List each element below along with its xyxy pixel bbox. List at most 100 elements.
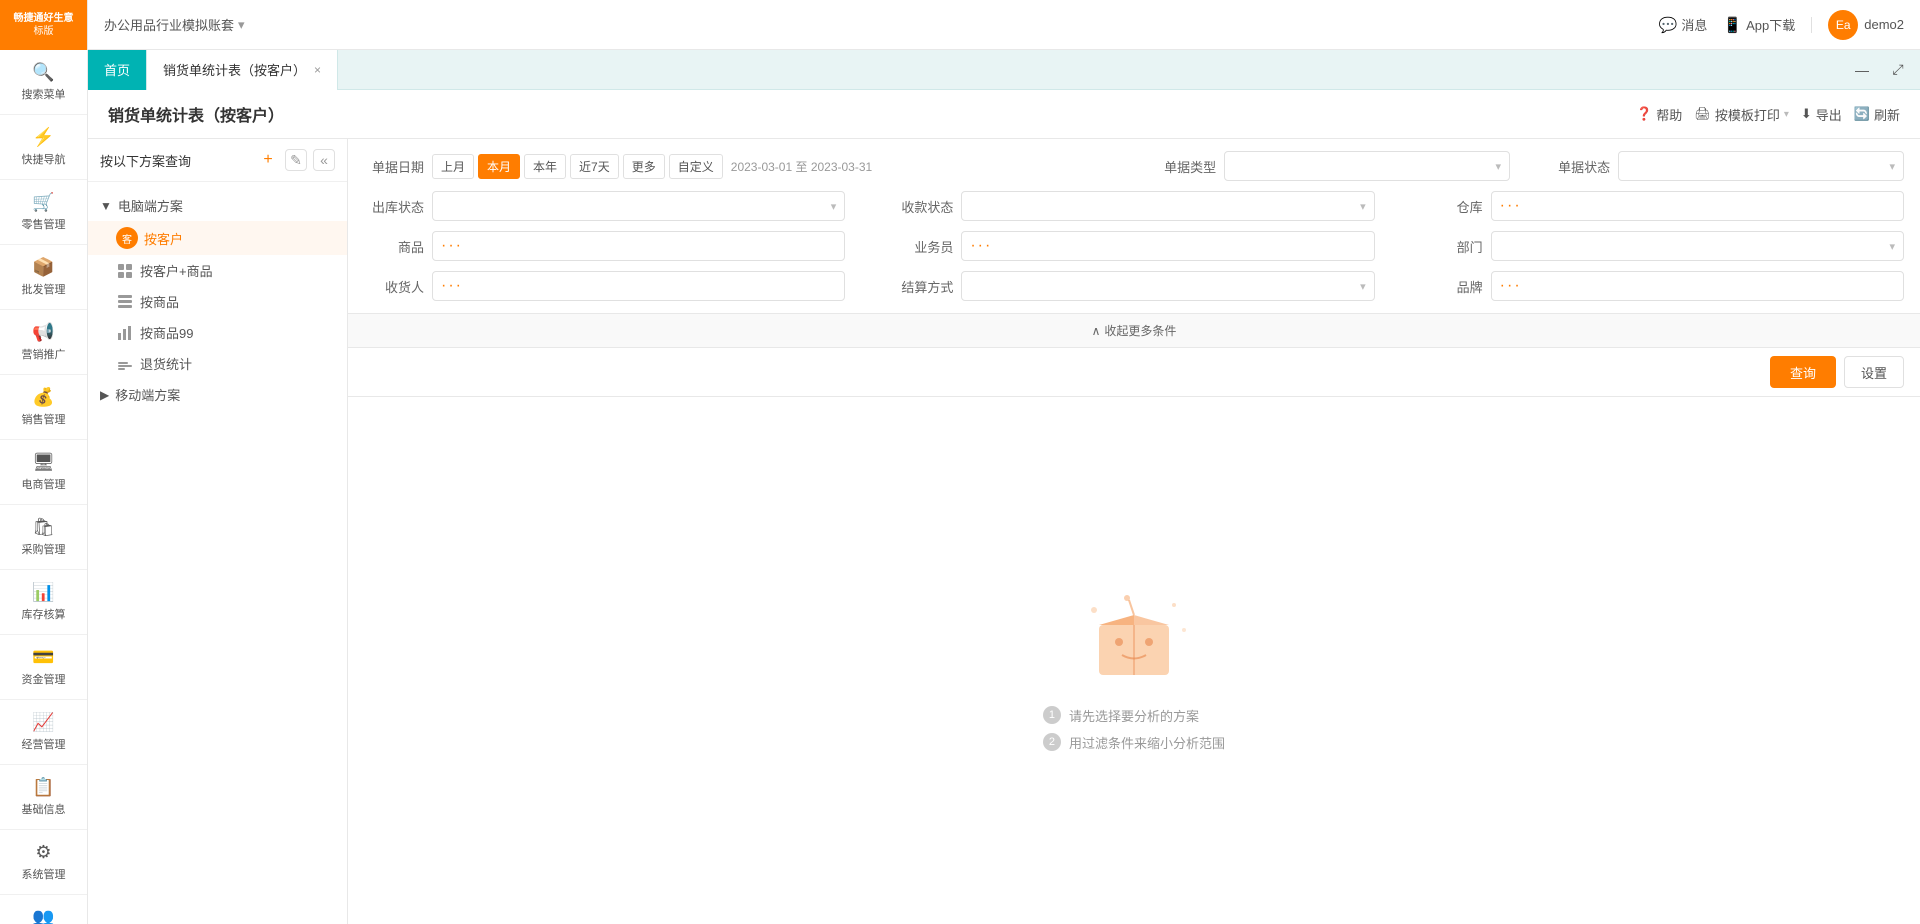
collapse-bar[interactable]: ∧ 收起更多条件	[348, 314, 1920, 348]
tab-current[interactable]: 销货单统计表（按客户） ×	[147, 50, 338, 90]
export-icon: ⬇	[1801, 106, 1812, 122]
print-arrow: ▾	[1784, 109, 1789, 120]
sidebar-item-basic[interactable]: 📋 基础信息	[0, 765, 87, 830]
dept-select[interactable]: ▾	[1491, 231, 1904, 261]
salesperson-select[interactable]: ···	[961, 231, 1374, 261]
header-left: 办公用品行业模拟账套 ▾	[104, 15, 245, 34]
sidebar-item-search[interactable]: 🔍 搜索菜单	[0, 50, 87, 115]
date-more-btn[interactable]: 更多	[623, 154, 665, 179]
goods-dots: ···	[441, 237, 463, 255]
salesperson-label: 业务员	[893, 237, 953, 256]
sidebar-item-quicknav[interactable]: ⚡ 快捷导航	[0, 115, 87, 180]
brand-select[interactable]: ···	[1491, 271, 1904, 301]
industry-selector[interactable]: 办公用品行业模拟账套 ▾	[104, 15, 245, 34]
sidebar-item-collab[interactable]: 👥 企业协同	[0, 895, 87, 924]
content-area: 销货单统计表（按客户） ❓ 帮助 🖨 按模板打印 ▾ ⬇ 导出 🔄 刷新	[88, 90, 1920, 924]
scheme-collapse-btn[interactable]: «	[313, 149, 335, 171]
tab-home[interactable]: 首页	[88, 50, 147, 90]
sidebar-item-purchase[interactable]: 🛍 采购管理	[0, 505, 87, 570]
receiver-select[interactable]: ···	[432, 271, 845, 301]
logo-text: 畅捷通好生意 标版	[14, 12, 74, 38]
scheme-add-btn[interactable]: +	[257, 149, 279, 171]
sidebar-icon-finance: 💳	[32, 647, 54, 668]
tip-1-num: 1	[1043, 706, 1061, 724]
sidebar-label-search: 搜索菜单	[22, 86, 66, 102]
scheme-edit-btn[interactable]: ✎	[285, 149, 307, 171]
sidebar-icon-retail: 🛒	[32, 192, 54, 213]
out-status-label: 出库状态	[364, 197, 424, 216]
sidebar-icon-sales: 💰	[32, 387, 54, 408]
date-this-month-btn[interactable]: 本月	[478, 154, 520, 179]
pay-status-label: 收款状态	[893, 197, 953, 216]
sidebar-icon-purchase: 🛍	[32, 517, 55, 538]
empty-state: 1 请先选择要分析的方案 2 用过滤条件来缩小分析范围	[348, 397, 1920, 924]
out-status-select[interactable]: ▾	[432, 191, 845, 221]
sidebar-label-wholesale: 批发管理	[22, 281, 66, 297]
goods-select[interactable]: ···	[432, 231, 845, 261]
order-type-select[interactable]: ▾	[1224, 151, 1510, 181]
help-btn[interactable]: ❓ 帮助	[1636, 105, 1682, 124]
sidebar-icon-system: ⚙	[35, 842, 51, 863]
date-7days-btn[interactable]: 近7天	[570, 154, 619, 179]
scheme-item-customer-goods[interactable]: 按客户+商品	[88, 255, 347, 286]
date-last-month-btn[interactable]: 上月	[432, 154, 474, 179]
order-type-label: 单据类型	[1156, 157, 1216, 176]
print-btn[interactable]: 🖨 按模板打印 ▾	[1694, 105, 1789, 124]
user-menu-btn[interactable]: Ea demo2	[1828, 10, 1904, 40]
scheme-item-by-goods99[interactable]: 按商品99	[88, 317, 347, 348]
sidebar-icon-search: 🔍	[32, 62, 54, 83]
tab-minimize-btn[interactable]: —	[1848, 56, 1876, 84]
sidebar-label-ecommerce: 电商管理	[22, 476, 66, 492]
expand-icon: ▼	[100, 199, 112, 213]
pay-status-select[interactable]: ▾	[961, 191, 1374, 221]
tab-bar: 首页 销货单统计表（按客户） × — ⤢	[88, 50, 1920, 90]
chart-icon	[116, 324, 134, 342]
tip-2-text: 用过滤条件来缩小分析范围	[1069, 733, 1225, 752]
sidebar-item-inventory[interactable]: 📊 库存核算	[0, 570, 87, 635]
warehouse-label: 仓库	[1423, 197, 1483, 216]
sidebar-item-retail[interactable]: 🛒 零售管理	[0, 180, 87, 245]
brand-label: 品牌	[1423, 277, 1483, 296]
payment-arrow: ▾	[1360, 280, 1366, 293]
sidebar-item-operation[interactable]: 📈 经营管理	[0, 700, 87, 765]
date-label: 单据日期	[364, 157, 424, 176]
sidebar-item-system[interactable]: ⚙ 系统管理	[0, 830, 87, 895]
bar-icon	[116, 355, 134, 373]
scheme-header-title: 按以下方案查询	[100, 151, 191, 170]
date-custom-btn[interactable]: 自定义	[669, 154, 723, 179]
order-status-arrow: ▾	[1889, 160, 1895, 173]
date-this-year-btn[interactable]: 本年	[524, 154, 566, 179]
settings-button[interactable]: 设置	[1844, 356, 1904, 388]
scheme-mobile-header[interactable]: ▶ 移动端方案	[88, 379, 347, 410]
scheme-item-return-stats[interactable]: 退货统计	[88, 348, 347, 379]
scheme-item-by-goods[interactable]: 按商品	[88, 286, 347, 317]
sidebar-icon-inventory: 📊	[32, 582, 54, 603]
order-status-select[interactable]: ▾	[1618, 151, 1904, 181]
payment-select[interactable]: ▾	[961, 271, 1374, 301]
tab-close-btn[interactable]: ×	[314, 63, 321, 77]
app-download-btn[interactable]: 📱 App下载	[1723, 15, 1795, 34]
refresh-btn[interactable]: 🔄 刷新	[1854, 105, 1900, 124]
export-btn[interactable]: ⬇ 导出	[1801, 105, 1842, 124]
scheme-mobile-category: ▶ 移动端方案	[88, 379, 347, 410]
sidebar-item-finance[interactable]: 💳 资金管理	[0, 635, 87, 700]
sidebar-item-ecommerce[interactable]: 🖥 电商管理	[0, 440, 87, 505]
scheme-desktop-header[interactable]: ▼ 电脑端方案	[88, 190, 347, 221]
scheme-item-by-customer[interactable]: 客 按客户	[88, 221, 347, 255]
message-btn[interactable]: 💬 消息	[1659, 15, 1708, 34]
warehouse-select[interactable]: ···	[1491, 191, 1904, 221]
sidebar-item-marketing[interactable]: 📢 营销推广	[0, 310, 87, 375]
filter-row-4: 收货人 ··· 结算方式 ▾ 品牌 ···	[364, 271, 1904, 301]
sidebar-item-sales[interactable]: 💰 销售管理	[0, 375, 87, 440]
order-type-arrow: ▾	[1496, 160, 1502, 173]
sidebar-label-inventory: 库存核算	[22, 606, 66, 622]
query-button[interactable]: 查询	[1770, 356, 1836, 388]
date-control: 上月 本月 本年 近7天 更多 自定义 2023-03-01 至 2023-03…	[432, 154, 872, 179]
receiver-dots: ···	[441, 277, 463, 295]
sidebar-icon-ecommerce: 🖥	[32, 452, 55, 473]
page-header: 销货单统计表（按客户） ❓ 帮助 🖨 按模板打印 ▾ ⬇ 导出 🔄 刷新	[88, 90, 1920, 139]
tab-expand-btn[interactable]: ⤢	[1884, 56, 1912, 84]
table-icon	[116, 293, 134, 311]
dept-arrow: ▾	[1889, 240, 1895, 253]
sidebar-item-wholesale[interactable]: 📦 批发管理	[0, 245, 87, 310]
